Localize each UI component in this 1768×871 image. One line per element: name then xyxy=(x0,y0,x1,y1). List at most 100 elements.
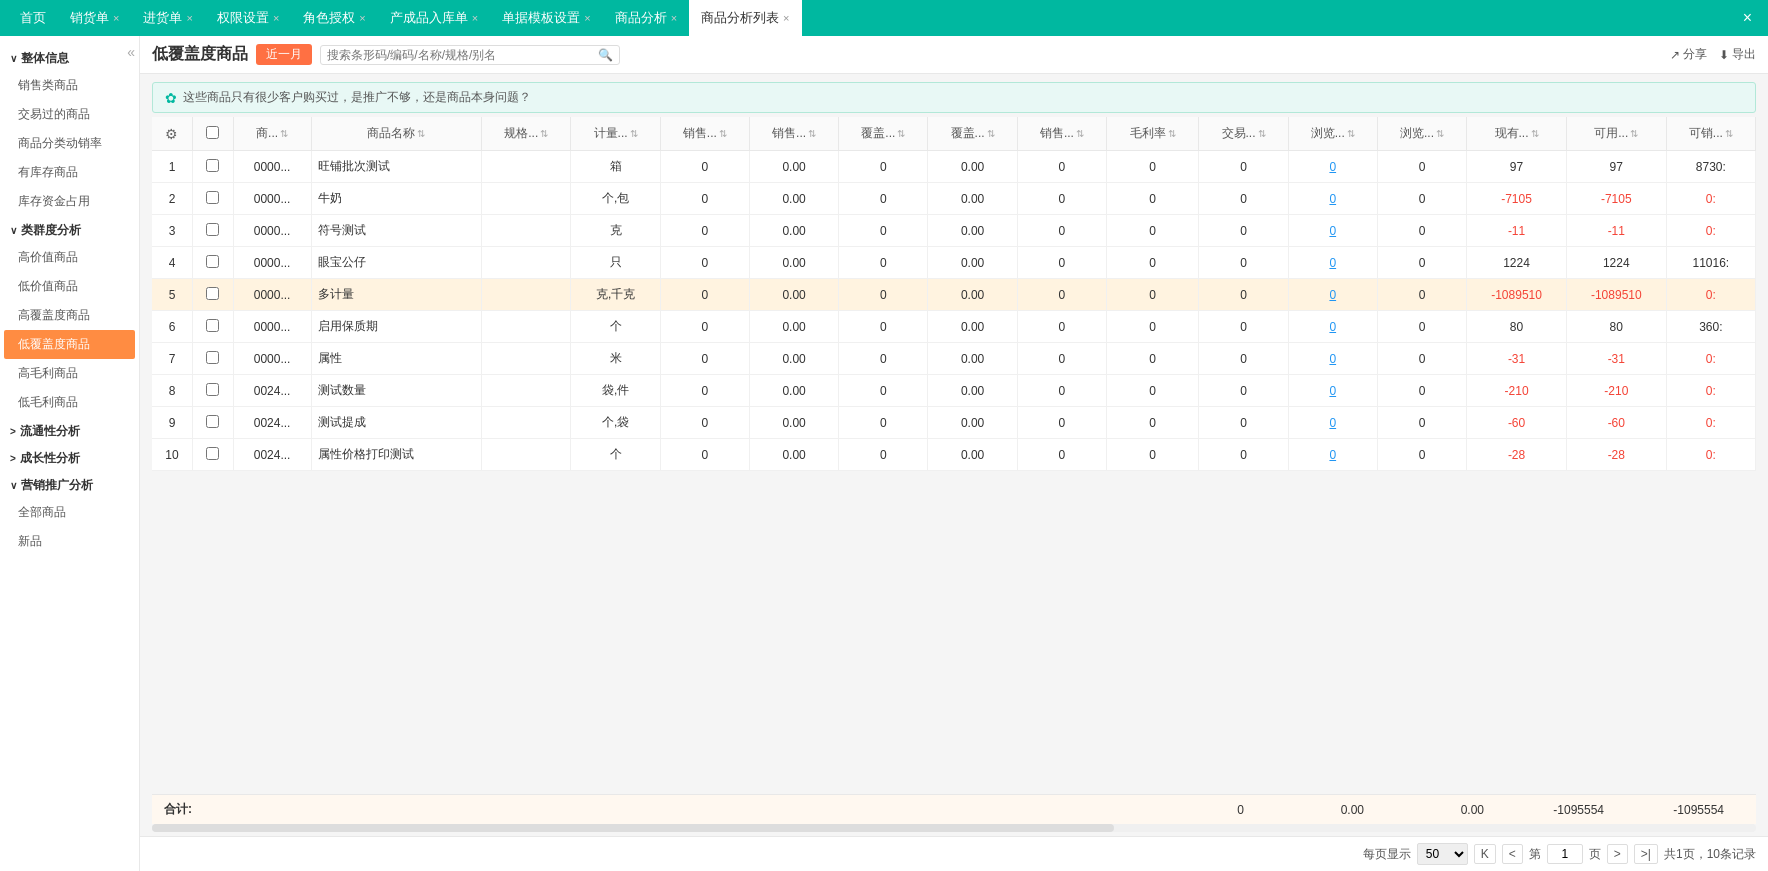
close-icon[interactable]: × xyxy=(273,12,279,24)
sidebar-item-low-coverage[interactable]: 低覆盖度商品 xyxy=(4,330,135,359)
sidebar-item-capital[interactable]: 库存资金占用 xyxy=(0,187,139,216)
col-sales3[interactable]: 销售...⇅ xyxy=(1017,117,1106,151)
row-select-checkbox[interactable] xyxy=(206,447,219,460)
share-button[interactable]: ↗ 分享 xyxy=(1670,46,1707,63)
nav-item-product-in[interactable]: 产成品入库单 × xyxy=(378,0,490,36)
sidebar-item-low-margin[interactable]: 低毛利商品 xyxy=(0,388,139,417)
col-browse2[interactable]: 浏览...⇅ xyxy=(1377,117,1466,151)
row-browse1[interactable]: 0 xyxy=(1288,375,1377,407)
sidebar-group-marketing[interactable]: ∨ 营销推广分析 xyxy=(0,471,139,498)
sidebar-item-low-value[interactable]: 低价值商品 xyxy=(0,272,139,301)
row-select-checkbox[interactable] xyxy=(206,383,219,396)
col-unit[interactable]: 计量...⇅ xyxy=(571,117,660,151)
col-cover2[interactable]: 覆盖...⇅ xyxy=(928,117,1017,151)
row-browse1[interactable]: 0 xyxy=(1288,311,1377,343)
row-browse1[interactable]: 0 xyxy=(1288,183,1377,215)
row-select-checkbox[interactable] xyxy=(206,223,219,236)
row-browse1[interactable]: 0 xyxy=(1288,247,1377,279)
sidebar-item-new-goods[interactable]: 新品 xyxy=(0,527,139,556)
col-name[interactable]: 商品名称⇅ xyxy=(311,117,482,151)
first-page-button[interactable]: K xyxy=(1474,844,1496,864)
col-sales1[interactable]: 销售...⇅ xyxy=(660,117,749,151)
row-checkbox[interactable] xyxy=(192,375,233,407)
nav-item-analysis-list[interactable]: 商品分析列表 × xyxy=(689,0,801,36)
row-select-checkbox[interactable] xyxy=(206,159,219,172)
row-checkbox[interactable] xyxy=(192,343,233,375)
row-checkbox[interactable] xyxy=(192,439,233,471)
col-code[interactable]: 商...⇅ xyxy=(233,117,311,151)
sidebar-group-growth[interactable]: > 成长性分析 xyxy=(0,444,139,471)
row-checkbox[interactable] xyxy=(192,215,233,247)
last-page-button[interactable]: >| xyxy=(1634,844,1658,864)
nav-item-analysis[interactable]: 商品分析 × xyxy=(603,0,689,36)
close-icon[interactable]: × xyxy=(472,12,478,24)
row-checkbox[interactable] xyxy=(192,183,233,215)
col-trade[interactable]: 交易...⇅ xyxy=(1199,117,1288,151)
row-checkbox[interactable] xyxy=(192,247,233,279)
col-stock2[interactable]: 可用...⇅ xyxy=(1566,117,1666,151)
row-browse1[interactable]: 0 xyxy=(1288,343,1377,375)
sidebar-item-all-goods[interactable]: 全部商品 xyxy=(0,498,139,527)
sidebar-item-sales-goods[interactable]: 销售类商品 xyxy=(0,71,139,100)
select-all-checkbox[interactable] xyxy=(206,126,219,139)
nav-item-permission[interactable]: 权限设置 × xyxy=(205,0,291,36)
close-icon[interactable]: × xyxy=(113,12,119,24)
sidebar-group-overall[interactable]: ∨ 整体信息 xyxy=(0,44,139,71)
row-select-checkbox[interactable] xyxy=(206,415,219,428)
row-browse1[interactable]: 0 xyxy=(1288,151,1377,183)
next-page-button[interactable]: > xyxy=(1607,844,1628,864)
nav-item-purchase[interactable]: 进货单 × xyxy=(131,0,204,36)
sidebar-group-segment[interactable]: ∨ 类群度分析 xyxy=(0,216,139,243)
sidebar-item-stocked-goods[interactable]: 有库存商品 xyxy=(0,158,139,187)
settings-icon[interactable]: ⚙ xyxy=(165,126,178,142)
prev-page-button[interactable]: < xyxy=(1502,844,1523,864)
col-checkbox[interactable] xyxy=(192,117,233,151)
col-settings[interactable]: ⚙ xyxy=(152,117,192,151)
export-button[interactable]: ⬇ 导出 xyxy=(1719,46,1756,63)
row-checkbox[interactable] xyxy=(192,407,233,439)
col-margin[interactable]: 毛利率⇅ xyxy=(1107,117,1199,151)
sidebar-item-high-coverage[interactable]: 高覆盖度商品 xyxy=(0,301,139,330)
sidebar-item-high-margin[interactable]: 高毛利商品 xyxy=(0,359,139,388)
sidebar-group-flow[interactable]: > 流通性分析 xyxy=(0,417,139,444)
sidebar-collapse-button[interactable]: « xyxy=(127,44,135,60)
search-input[interactable] xyxy=(327,48,598,62)
nav-item-home[interactable]: 首页 xyxy=(8,0,58,36)
row-browse1[interactable]: 0 xyxy=(1288,215,1377,247)
row-checkbox[interactable] xyxy=(192,311,233,343)
table-container[interactable]: ⚙ 商...⇅ 商品名称⇅ 规格...⇅ 计量...⇅ 销售...⇅ 销售...… xyxy=(152,117,1756,794)
close-icon[interactable]: × xyxy=(186,12,192,24)
page-size-select[interactable]: 50 100 200 xyxy=(1417,843,1468,865)
close-icon[interactable]: × xyxy=(584,12,590,24)
row-browse1[interactable]: 0 xyxy=(1288,439,1377,471)
sidebar-item-category-rate[interactable]: 商品分类动销率 xyxy=(0,129,139,158)
col-cover1[interactable]: 覆盖...⇅ xyxy=(839,117,928,151)
scrollbar-thumb[interactable] xyxy=(152,824,1114,832)
close-icon[interactable]: × xyxy=(359,12,365,24)
nav-item-sales[interactable]: 销货单 × xyxy=(58,0,131,36)
nav-item-role[interactable]: 角色授权 × xyxy=(291,0,377,36)
scrollbar-track[interactable] xyxy=(152,824,1756,832)
period-button[interactable]: 近一月 xyxy=(256,44,312,65)
col-sales2[interactable]: 销售...⇅ xyxy=(749,117,838,151)
row-browse1[interactable]: 0 xyxy=(1288,407,1377,439)
nav-item-template[interactable]: 单据模板设置 × xyxy=(490,0,602,36)
row-select-checkbox[interactable] xyxy=(206,287,219,300)
col-browse1[interactable]: 浏览...⇅ xyxy=(1288,117,1377,151)
col-stock3[interactable]: 可销...⇅ xyxy=(1666,117,1755,151)
row-select-checkbox[interactable] xyxy=(206,255,219,268)
sidebar-item-traded-goods[interactable]: 交易过的商品 xyxy=(0,100,139,129)
close-all-button[interactable]: × xyxy=(1735,9,1760,27)
close-icon[interactable]: × xyxy=(671,12,677,24)
row-checkbox[interactable] xyxy=(192,151,233,183)
close-icon[interactable]: × xyxy=(783,12,789,24)
row-checkbox[interactable] xyxy=(192,279,233,311)
row-select-checkbox[interactable] xyxy=(206,191,219,204)
sidebar-item-high-value[interactable]: 高价值商品 xyxy=(0,243,139,272)
row-select-checkbox[interactable] xyxy=(206,351,219,364)
row-select-checkbox[interactable] xyxy=(206,319,219,332)
col-spec[interactable]: 规格...⇅ xyxy=(482,117,571,151)
row-browse1[interactable]: 0 xyxy=(1288,279,1377,311)
col-stock1[interactable]: 现有...⇅ xyxy=(1467,117,1567,151)
page-input[interactable] xyxy=(1547,844,1583,864)
